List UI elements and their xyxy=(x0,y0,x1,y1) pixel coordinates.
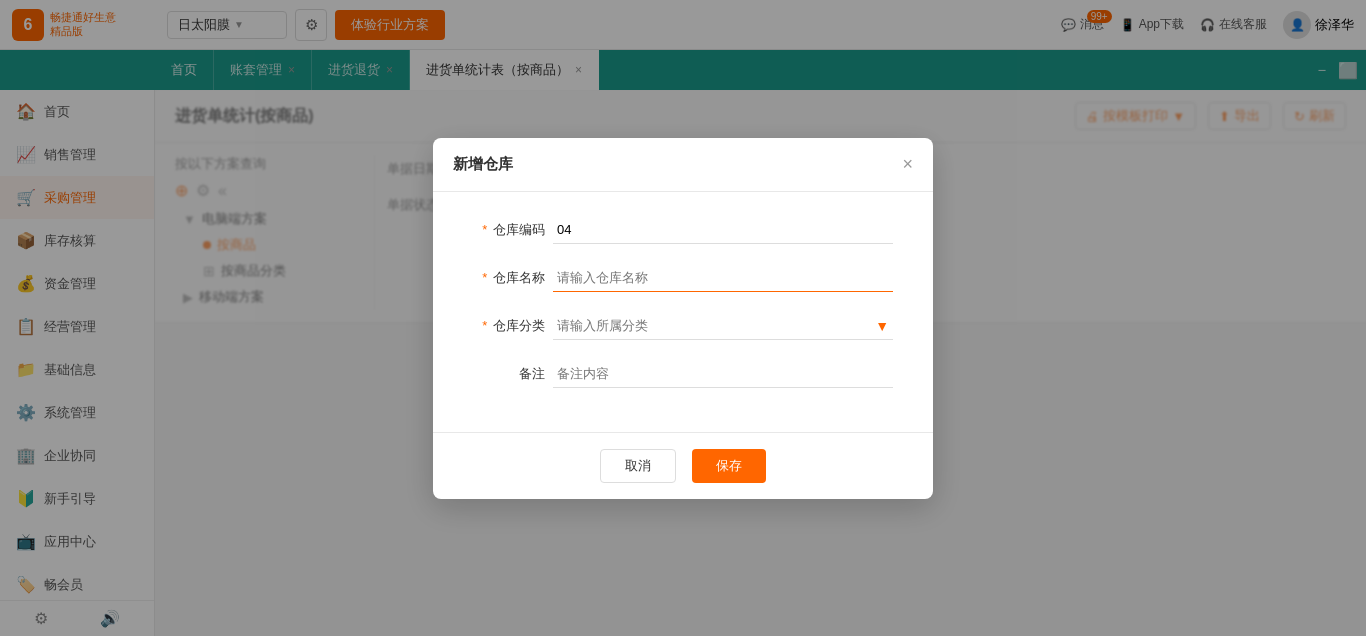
modal-title: 新增仓库 xyxy=(453,155,513,174)
form-row-warehouse-category: * 仓库分类 ▼ xyxy=(473,312,893,340)
required-mark-1: * xyxy=(482,222,487,237)
warehouse-category-label: * 仓库分类 xyxy=(473,317,553,335)
required-mark-2: * xyxy=(482,270,487,285)
warehouse-name-label: * 仓库名称 xyxy=(473,269,553,287)
content-area: 进货单统计(按商品) 🖨 按模板打印 ▼ ⬆ 导出 ↻ 刷新 xyxy=(155,90,1366,636)
form-row-warehouse-code: * 仓库编码 xyxy=(473,216,893,244)
warehouse-category-select-row: ▼ xyxy=(553,312,893,340)
warehouse-name-input[interactable] xyxy=(553,264,893,292)
warehouse-code-input[interactable] xyxy=(553,216,893,244)
modal-footer: 取消 保存 xyxy=(433,432,933,499)
modal-overlay: 新增仓库 × * 仓库编码 * xyxy=(155,90,1366,636)
modal-header: 新增仓库 × xyxy=(433,138,933,192)
note-input[interactable] xyxy=(553,360,893,388)
add-warehouse-modal: 新增仓库 × * 仓库编码 * xyxy=(433,138,933,499)
form-row-warehouse-name: * 仓库名称 xyxy=(473,264,893,292)
modal-close-icon[interactable]: × xyxy=(902,154,913,175)
cancel-button[interactable]: 取消 xyxy=(600,449,676,483)
note-label: 备注 xyxy=(473,365,553,383)
form-row-note: 备注 xyxy=(473,360,893,388)
category-dropdown-icon[interactable]: ▼ xyxy=(875,318,889,334)
warehouse-category-input[interactable] xyxy=(553,312,893,340)
warehouse-code-label: * 仓库编码 xyxy=(473,221,553,239)
save-button[interactable]: 保存 xyxy=(692,449,766,483)
modal-body: * 仓库编码 * 仓库名称 xyxy=(433,192,933,432)
main-layout: 🏠 首页 📈 销售管理 🛒 采购管理 📦 库存核算 💰 资金管理 📋 经营管理 … xyxy=(0,90,1366,636)
required-mark-3: * xyxy=(482,318,487,333)
